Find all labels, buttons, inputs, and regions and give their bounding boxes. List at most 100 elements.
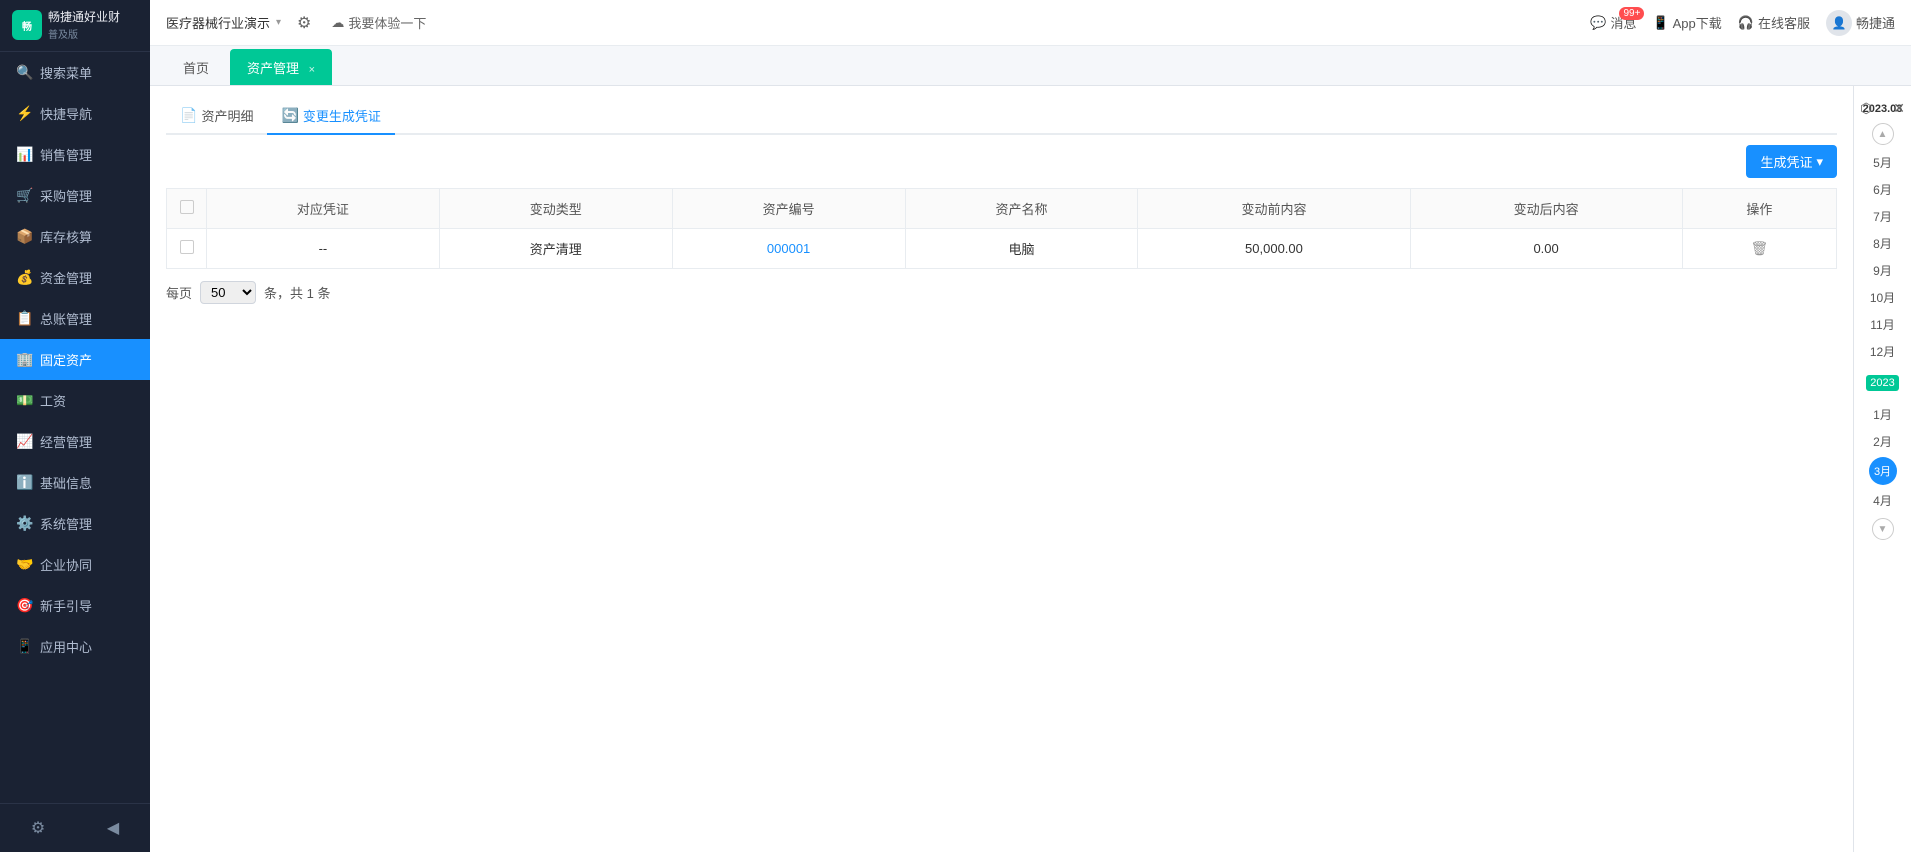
timeline-2[interactable]: 2月: [1854, 428, 1911, 455]
sidebar-item-enterprise[interactable]: 🤝 企业协同: [0, 544, 150, 585]
right-panel: ⬡ 2023.03 ✕ ▲ 5月 6月 7月 8月 9月 10月 11月 12月…: [1853, 86, 1911, 852]
topbar-right: 💬 消息 99+ 📱 App下载 🎧 在线客服 👤 畅捷通: [1590, 10, 1895, 36]
message-icon: 💬: [1590, 15, 1606, 31]
main-area: 医疗器械行业演示 ▾ ⚙ ☁ 我要体验一下 💬 消息 99+ 📱 App下载 🎧…: [150, 0, 1911, 852]
sub-tabs: 📄 资产明细 🔄 变更生成凭证: [166, 98, 1837, 135]
content-area: 📄 资产明细 🔄 变更生成凭证 生成凭证 ▾: [150, 86, 1853, 852]
sidebar-item-sales[interactable]: 📊 销售管理: [0, 134, 150, 175]
col-before: 变动前内容: [1138, 189, 1410, 229]
year-2023-badge: 2023: [1866, 375, 1898, 391]
select-all-checkbox[interactable]: [180, 200, 194, 214]
tab-asset-management[interactable]: 资产管理 ×: [230, 49, 332, 85]
sidebar-item-quicknav[interactable]: ⚡ 快捷导航: [0, 93, 150, 134]
sidebar-item-basicinfo[interactable]: ℹ️ 基础信息: [0, 462, 150, 503]
subtab-asset-detail[interactable]: 📄 资产明细: [166, 98, 267, 135]
sidebar-item-salary[interactable]: 💵 工资: [0, 380, 150, 421]
topbar: 医疗器械行业演示 ▾ ⚙ ☁ 我要体验一下 💬 消息 99+ 📱 App下载 🎧…: [150, 0, 1911, 46]
settings-button[interactable]: ⚙: [23, 814, 53, 842]
change-voucher-table: 对应凭证 变动类型 资产编号 资产名称: [166, 188, 1837, 269]
expand-icon[interactable]: ⬡: [1860, 100, 1872, 117]
row-checkbox-cell[interactable]: [167, 229, 207, 269]
timeline-down-button[interactable]: ▼: [1872, 518, 1894, 540]
subtab-change-voucher[interactable]: 🔄 变更生成凭证: [267, 98, 394, 135]
sidebar-item-ledger[interactable]: 📋 总账管理: [0, 298, 150, 339]
app-download-button[interactable]: 📱 App下载: [1652, 13, 1721, 32]
sidebar-item-search[interactable]: 🔍 搜索菜单: [0, 52, 150, 93]
generate-voucher-button[interactable]: 生成凭证 ▾: [1746, 145, 1837, 178]
building-icon: 🏢: [16, 351, 32, 368]
sidebar-logo: 畅 畅捷通好业财 普及版: [0, 0, 150, 52]
sidebar-item-fixedasset[interactable]: 🏢 固定资产: [0, 339, 150, 380]
nav-tabs: 首页 资产管理 ×: [150, 46, 1911, 86]
message-badge: 99+: [1619, 7, 1644, 20]
info-icon: ℹ️: [16, 474, 32, 491]
experience-button[interactable]: ☁ 我要体验一下: [331, 13, 426, 32]
message-button[interactable]: 💬 消息 99+: [1590, 13, 1636, 32]
timeline-1[interactable]: 1月: [1854, 401, 1911, 428]
topbar-gear-icon[interactable]: ⚙: [293, 9, 315, 37]
timeline-12[interactable]: 12月: [1854, 338, 1911, 365]
col-change-type: 变动类型: [439, 189, 672, 229]
table-container: 对应凭证 变动类型 资产编号 资产名称: [166, 188, 1837, 269]
cell-before: 50,000.00: [1138, 229, 1410, 269]
company-selector[interactable]: 医疗器械行业演示 ▾: [166, 13, 281, 32]
search-icon: 🔍: [16, 64, 32, 81]
row-checkbox[interactable]: [180, 240, 194, 254]
app-icon: 📱: [1652, 15, 1668, 31]
collapse-button[interactable]: ◀: [99, 814, 127, 842]
avatar: 👤: [1826, 10, 1852, 36]
cell-action[interactable]: 🗑: [1682, 229, 1836, 269]
cell-change-type: 资产清理: [439, 229, 672, 269]
sidebar-item-operations[interactable]: 📈 经营管理: [0, 421, 150, 462]
page-size-select[interactable]: 10 20 50 100: [200, 281, 256, 304]
ledger-icon: 📋: [16, 310, 32, 327]
col-asset-no: 资产编号: [672, 189, 905, 229]
timeline-6[interactable]: 6月: [1854, 176, 1911, 203]
logo-text: 畅捷通好业财 普及版: [48, 10, 120, 41]
sidebar-item-newguide[interactable]: 🎯 新手引导: [0, 585, 150, 626]
sidebar-item-appcenter[interactable]: 📱 应用中心: [0, 626, 150, 667]
logo-icon: 畅: [12, 10, 42, 40]
dropdown-icon: ▾: [1816, 154, 1823, 170]
delete-icon[interactable]: 🗑: [1750, 240, 1768, 256]
col-action: 操作: [1682, 189, 1836, 229]
chart-icon: 📊: [16, 146, 32, 163]
cloud-icon: ☁: [331, 15, 344, 31]
timeline-3-active[interactable]: 3月: [1869, 457, 1897, 485]
handshake-icon: 🤝: [16, 556, 32, 573]
timeline-7[interactable]: 7月: [1854, 203, 1911, 230]
target-icon: 🎯: [16, 597, 32, 614]
table-toolbar: 生成凭证 ▾: [166, 135, 1837, 188]
sidebar: 畅 畅捷通好业财 普及版 🔍 搜索菜单 ⚡ 快捷导航 📊 销售管理 🛒 采购管理…: [0, 0, 150, 852]
tab-close-icon[interactable]: ×: [309, 64, 315, 76]
timeline-8[interactable]: 8月: [1854, 230, 1911, 257]
timeline-11[interactable]: 11月: [1854, 311, 1911, 338]
cell-asset-no[interactable]: 000001: [672, 229, 905, 269]
headset-icon: 🎧: [1738, 15, 1754, 31]
company-arrow-icon: ▾: [276, 17, 281, 28]
sidebar-item-finance[interactable]: 💰 资金管理: [0, 257, 150, 298]
sidebar-item-inventory[interactable]: 📦 库存核算: [0, 216, 150, 257]
sidebar-item-sysmanage[interactable]: ⚙️ 系统管理: [0, 503, 150, 544]
phone-icon: 📱: [16, 638, 32, 655]
cell-asset-name: 电脑: [905, 229, 1138, 269]
sidebar-nav: 🔍 搜索菜单 ⚡ 快捷导航 📊 销售管理 🛒 采购管理 📦 库存核算 💰 资金管…: [0, 52, 150, 803]
cart-icon: 🛒: [16, 187, 32, 204]
service-button[interactable]: 🎧 在线客服: [1738, 13, 1810, 32]
timeline-4[interactable]: 4月: [1854, 487, 1911, 514]
sidebar-item-purchase[interactable]: 🛒 采购管理: [0, 175, 150, 216]
timeline-10[interactable]: 10月: [1854, 284, 1911, 311]
timeline-9[interactable]: 9月: [1854, 257, 1911, 284]
col-asset-name: 资产名称: [905, 189, 1138, 229]
box-icon: 📦: [16, 228, 32, 245]
tab-home[interactable]: 首页: [166, 49, 226, 85]
doc-icon: 📄: [180, 107, 197, 124]
gear-icon: ⚙️: [16, 515, 32, 532]
col-after: 变动后内容: [1410, 189, 1682, 229]
user-profile-button[interactable]: 👤 畅捷通: [1826, 10, 1895, 36]
sidebar-bottom: ⚙ ◀: [0, 803, 150, 852]
timeline-5[interactable]: 5月: [1854, 149, 1911, 176]
timeline-up-button[interactable]: ▲: [1872, 123, 1894, 145]
close-icon[interactable]: ✕: [1893, 100, 1905, 117]
select-all-header[interactable]: [167, 189, 207, 229]
